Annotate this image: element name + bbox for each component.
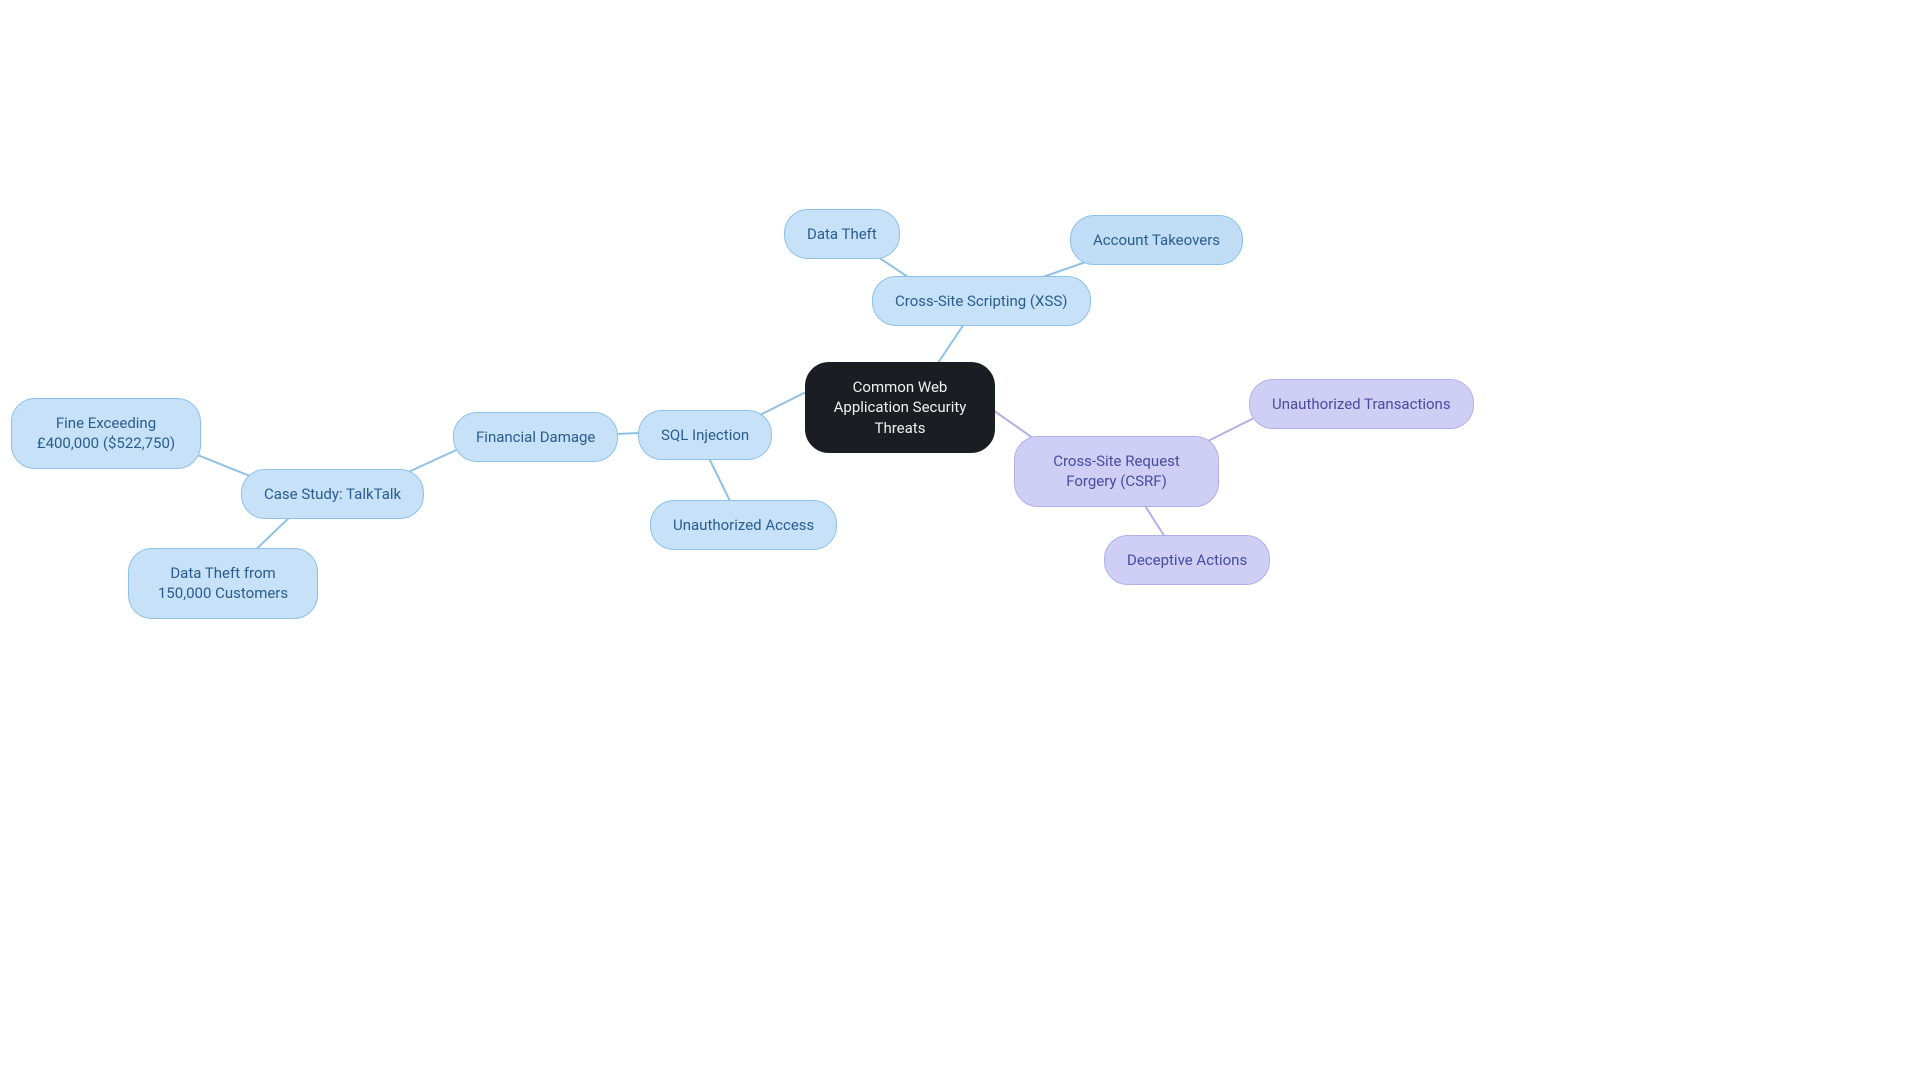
deceptive-actions-node[interactable]: Deceptive Actions bbox=[1104, 535, 1270, 585]
csrf-label: Cross-Site Request Forgery (CSRF) bbox=[1037, 451, 1196, 492]
account-takeovers-label: Account Takeovers bbox=[1093, 230, 1220, 250]
account-takeovers-node[interactable]: Account Takeovers bbox=[1070, 215, 1243, 265]
mindmap-diagram: Common Web Application Security Threats … bbox=[0, 0, 1920, 1083]
xss-label: Cross-Site Scripting (XSS) bbox=[895, 291, 1068, 311]
financial-damage-node[interactable]: Financial Damage bbox=[453, 412, 618, 462]
csrf-node[interactable]: Cross-Site Request Forgery (CSRF) bbox=[1014, 436, 1219, 507]
financial-damage-label: Financial Damage bbox=[476, 427, 595, 447]
root-label: Common Web Application Security Threats bbox=[828, 377, 972, 438]
unauthorized-transactions-label: Unauthorized Transactions bbox=[1272, 394, 1451, 414]
unauthorized-transactions-node[interactable]: Unauthorized Transactions bbox=[1249, 379, 1474, 429]
case-study-node[interactable]: Case Study: TalkTalk bbox=[241, 469, 424, 519]
case-study-label: Case Study: TalkTalk bbox=[264, 484, 401, 504]
deceptive-actions-label: Deceptive Actions bbox=[1127, 550, 1247, 570]
xss-node[interactable]: Cross-Site Scripting (XSS) bbox=[872, 276, 1091, 326]
unauthorized-access-node[interactable]: Unauthorized Access bbox=[650, 500, 837, 550]
data-theft-customers-node[interactable]: Data Theft from 150,000 Customers bbox=[128, 548, 318, 619]
root-node[interactable]: Common Web Application Security Threats bbox=[805, 362, 995, 453]
data-theft-node[interactable]: Data Theft bbox=[784, 209, 900, 259]
unauthorized-access-label: Unauthorized Access bbox=[673, 515, 814, 535]
edges-layer bbox=[0, 0, 1920, 1083]
fine-node[interactable]: Fine Exceeding £400,000 ($522,750) bbox=[11, 398, 201, 469]
data-theft-customers-label: Data Theft from 150,000 Customers bbox=[151, 563, 295, 604]
sql-injection-label: SQL Injection bbox=[661, 425, 749, 445]
fine-label: Fine Exceeding £400,000 ($522,750) bbox=[34, 413, 178, 454]
sql-injection-node[interactable]: SQL Injection bbox=[638, 410, 772, 460]
data-theft-label: Data Theft bbox=[807, 224, 877, 244]
